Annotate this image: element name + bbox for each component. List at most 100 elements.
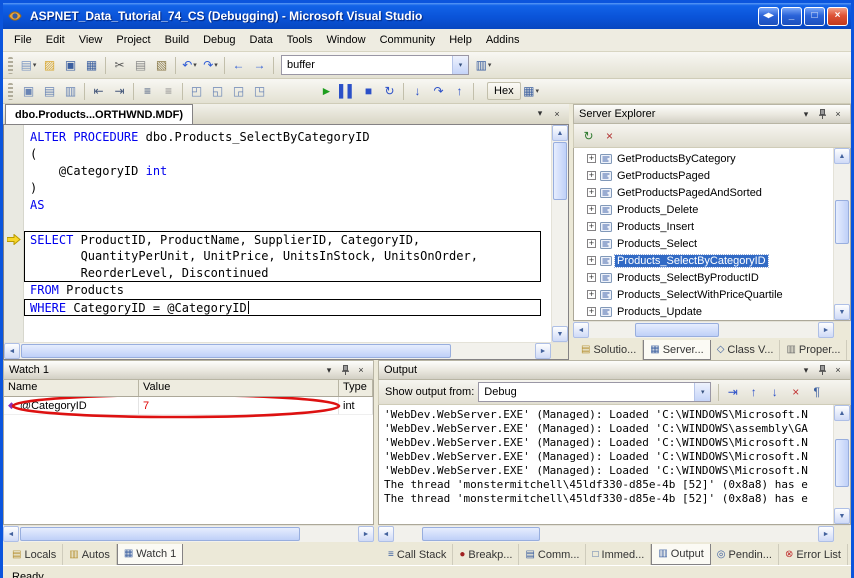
tree-item[interactable]: +GetProductsByCategory <box>574 150 833 167</box>
break-all-button[interactable]: ▌▌ <box>337 81 358 102</box>
open-file-button[interactable]: ▨ <box>39 55 60 76</box>
minimize-button[interactable]: _ <box>781 7 802 26</box>
step-out-button[interactable]: ↑ <box>449 81 470 102</box>
auto-hide-pin-button[interactable] <box>815 107 829 121</box>
scrollbar-thumb[interactable] <box>835 439 849 487</box>
scrollbar-thumb[interactable] <box>835 200 849 244</box>
expand-icon[interactable]: + <box>587 290 596 299</box>
step-over-button[interactable]: ↷ <box>428 81 449 102</box>
tab-server[interactable]: ▦Server... <box>643 340 710 360</box>
menu-debug[interactable]: Debug <box>196 31 242 49</box>
expand-icon[interactable]: + <box>587 154 596 163</box>
menu-addins[interactable]: Addins <box>479 31 527 49</box>
expand-icon[interactable]: + <box>587 222 596 231</box>
show-results-pane-button[interactable]: ◳ <box>249 81 270 102</box>
expand-icon[interactable]: + <box>587 273 596 282</box>
expand-icon[interactable]: + <box>587 205 596 214</box>
active-files-button[interactable]: ▾ <box>533 107 547 120</box>
show-criteria-pane-button[interactable]: ◱ <box>207 81 228 102</box>
navigate-forward-button[interactable]: → <box>249 55 270 76</box>
tree-item[interactable]: +Products_Delete <box>574 201 833 218</box>
menu-file[interactable]: File <box>7 31 39 49</box>
find-button[interactable]: ▥▾ <box>473 55 494 76</box>
output-horizontal-scrollbar[interactable]: ◄ ► <box>378 525 851 542</box>
quick-info-button[interactable]: ▥ <box>60 81 81 102</box>
menu-view[interactable]: View <box>72 31 110 49</box>
scroll-up-icon[interactable]: ▲ <box>552 125 568 141</box>
close-panel-button[interactable]: × <box>354 363 368 377</box>
hex-display-button[interactable]: Hex <box>487 82 521 100</box>
expand-icon[interactable]: + <box>587 256 596 265</box>
tab-class-v[interactable]: ◇Class V... <box>711 340 781 360</box>
output-vertical-scrollbar[interactable]: ▲ ▼ <box>833 405 850 524</box>
tree-vertical-scrollbar[interactable]: ▲ ▼ <box>833 148 850 320</box>
tree-item[interactable]: +Products_SelectByCategoryID <box>574 252 833 269</box>
toolbar-grip[interactable] <box>8 57 13 74</box>
tab-output[interactable]: ▥Output <box>651 544 710 565</box>
scrollbar-thumb[interactable] <box>553 142 567 200</box>
scrollbar-thumb[interactable] <box>20 527 300 541</box>
window-nav-button[interactable]: ◂▸ <box>758 7 779 26</box>
show-sql-pane-button[interactable]: ◲ <box>228 81 249 102</box>
memory-window-button[interactable]: ▦▾ <box>521 81 542 102</box>
watch-grid[interactable]: ◆@CategoryID7int <box>3 397 374 525</box>
expand-icon[interactable]: + <box>587 188 596 197</box>
column-header-name[interactable]: Name <box>4 380 139 396</box>
column-header-value[interactable]: Value <box>139 380 339 396</box>
scrollbar-track[interactable] <box>19 526 358 542</box>
cut-button[interactable]: ✂ <box>109 55 130 76</box>
menu-window[interactable]: Window <box>319 31 372 49</box>
document-tab[interactable]: dbo.Products...ORTHWND.MDF) <box>5 104 193 124</box>
refresh-button[interactable]: ↻ <box>578 125 599 146</box>
close-panel-button[interactable]: × <box>831 363 845 377</box>
copy-button[interactable]: ▤ <box>130 55 151 76</box>
tab-error-list[interactable]: ⊗Error List <box>779 544 848 565</box>
undo-button[interactable]: ↶▾ <box>179 55 200 76</box>
title-bar[interactable]: ASPNET_Data_Tutorial_74_CS (Debugging) -… <box>3 3 851 29</box>
tree-item[interactable]: +GetProductsPaged <box>574 167 833 184</box>
next-message-button[interactable]: ↓ <box>764 382 785 403</box>
parameter-info-button[interactable]: ▤ <box>39 81 60 102</box>
editor-gutter[interactable] <box>4 125 24 342</box>
watch-row[interactable]: ◆@CategoryID7int <box>4 397 373 415</box>
menu-edit[interactable]: Edit <box>39 31 72 49</box>
expand-icon[interactable]: + <box>587 171 596 180</box>
scroll-left-icon[interactable]: ◄ <box>4 343 20 359</box>
stop-refresh-button[interactable]: × <box>599 125 620 146</box>
increase-indent-button[interactable]: ⇥ <box>109 81 130 102</box>
scrollbar-thumb[interactable] <box>21 344 451 358</box>
navigate-backward-button[interactable]: ← <box>228 55 249 76</box>
continue-button[interactable]: ► <box>316 81 337 102</box>
menu-community[interactable]: Community <box>373 31 443 49</box>
step-into-button[interactable]: ↓ <box>407 81 428 102</box>
editor-vertical-scrollbar[interactable]: ▲ ▼ <box>551 125 568 342</box>
decrease-indent-button[interactable]: ⇤ <box>88 81 109 102</box>
scrollbar-track[interactable] <box>20 343 535 359</box>
tab-solutio[interactable]: ▤Solutio... <box>575 340 643 360</box>
scroll-right-icon[interactable]: ► <box>818 526 834 542</box>
code-editor[interactable]: ALTER PROCEDURE dbo.Products_SelectByCat… <box>24 125 551 342</box>
tab-immed[interactable]: □Immed... <box>586 544 651 565</box>
tab-watch-1[interactable]: ▦Watch 1 <box>117 544 183 565</box>
server-explorer-tree[interactable]: +GetProductsByCategory+GetProductsPaged+… <box>574 148 833 320</box>
scroll-left-icon[interactable]: ◄ <box>3 526 19 542</box>
tab-proper[interactable]: ▥Proper... <box>780 340 847 360</box>
output-content[interactable]: 'WebDev.WebServer.EXE' (Managed): Loaded… <box>379 405 833 524</box>
scroll-left-icon[interactable]: ◄ <box>573 322 589 338</box>
tree-item[interactable]: +Products_Select <box>574 235 833 252</box>
scrollbar-track[interactable] <box>589 322 818 338</box>
scroll-left-icon[interactable]: ◄ <box>378 526 394 542</box>
menu-build[interactable]: Build <box>158 31 196 49</box>
tree-item[interactable]: +Products_SelectByProductID <box>574 269 833 286</box>
tab-pendin[interactable]: ◎Pendin... <box>711 544 779 565</box>
maximize-button[interactable]: □ <box>804 7 825 26</box>
stop-debugging-button[interactable]: ■ <box>358 81 379 102</box>
find-message-button[interactable]: ⇥ <box>722 382 743 403</box>
expand-icon[interactable]: + <box>587 239 596 248</box>
tab-breakp[interactable]: ●Breakp... <box>453 544 519 565</box>
menu-tools[interactable]: Tools <box>280 31 320 49</box>
search-combobox[interactable]: buffer ▾ <box>281 55 469 75</box>
scroll-right-icon[interactable]: ► <box>535 343 551 359</box>
tab-locals[interactable]: ▤Locals <box>6 544 63 565</box>
close-button[interactable]: × <box>827 7 848 26</box>
